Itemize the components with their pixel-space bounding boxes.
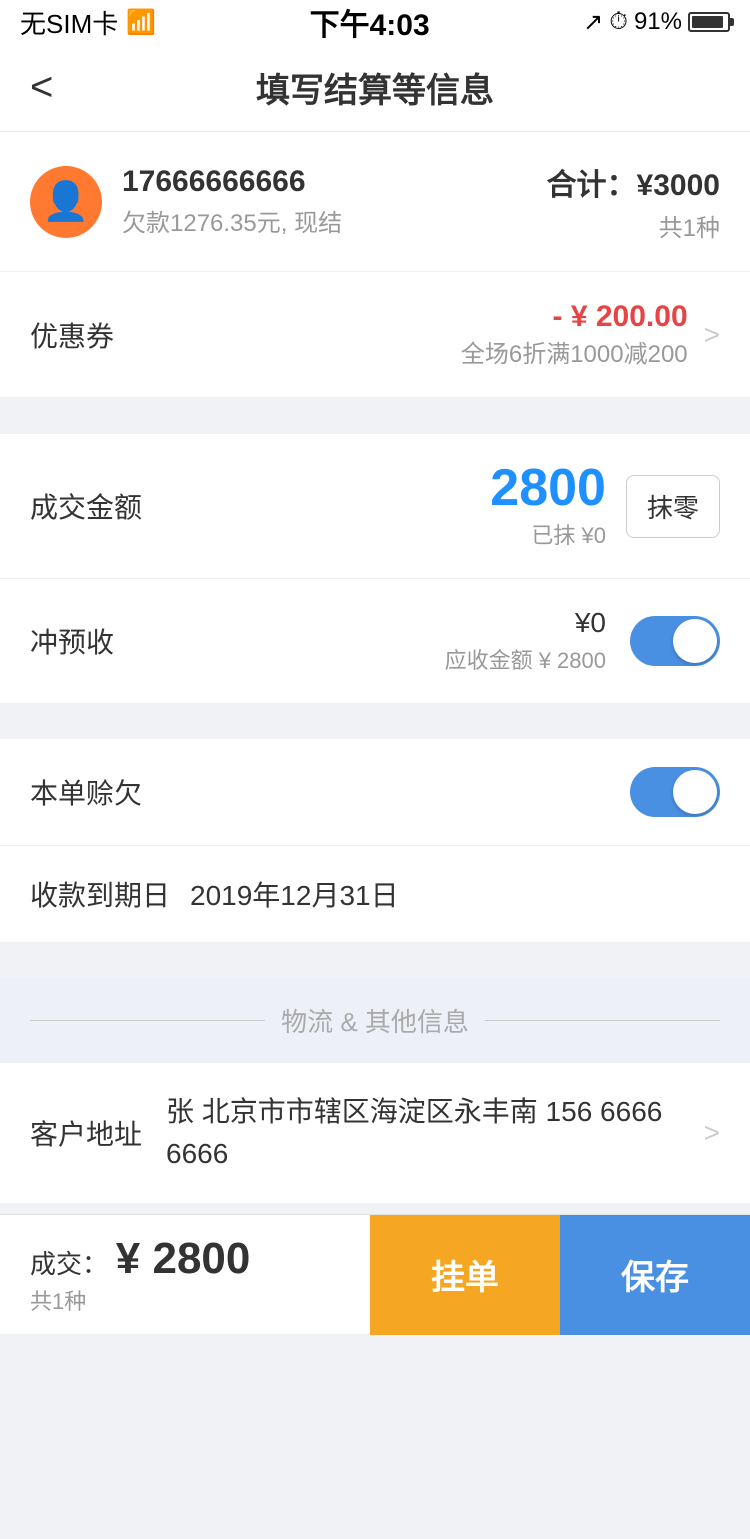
credit-row: 本单赊欠 [0, 739, 750, 845]
prepaid-toggle[interactable] [630, 616, 720, 666]
address-label: 客户地址 [30, 1113, 150, 1153]
credit-toggle-knob [673, 770, 717, 814]
total-count: 共1种 [547, 208, 720, 243]
pending-button[interactable]: 挂单 [370, 1215, 560, 1335]
prepaid-row: 冲预收 ¥0 应收金额 ¥ 2800 [0, 578, 750, 703]
toggle-knob [673, 619, 717, 663]
deal-card: 成交金额 2800 已抹 ¥0 抹零 冲预收 ¥0 应收金额 ¥ 2800 [0, 433, 750, 703]
section-sep-3 [0, 958, 750, 978]
prepaid-label: 冲预收 [30, 621, 114, 661]
avatar: 👤 [30, 166, 102, 238]
credit-card: 本单赊欠 收款到期日 2019年12月31日 [0, 739, 750, 942]
address-row[interactable]: 客户地址 张 北京市市辖区海淀区永丰南 156 6666 6666 > [0, 1063, 750, 1203]
prepaid-right: ¥0 应收金额 ¥ 2800 [114, 607, 720, 675]
footer-deal-price: ¥ 2800 [116, 1234, 251, 1283]
coupon-right: - ¥ 200.00 全场6折满1000减200 > [150, 300, 720, 369]
prepaid-amount-wrap: ¥0 应收金额 ¥ 2800 [445, 607, 606, 675]
due-date: 2019年12月31日 [190, 874, 399, 914]
due-date-row: 收款到期日 2019年12月31日 [0, 845, 750, 942]
coupon-label: 优惠券 [30, 315, 150, 355]
status-bar: 无SIM卡 📶 下午4:03 ↗ ⏱ 91% [0, 0, 750, 44]
deal-amount-wrap: 2800 已抹 ¥0 [490, 462, 606, 550]
round-button[interactable]: 抹零 [626, 475, 720, 538]
due-label: 收款到期日 [30, 874, 170, 914]
user-icon: 👤 [42, 180, 89, 224]
prepaid-amount: ¥0 [445, 607, 606, 639]
user-total: 合计：¥3000 共1种 [547, 160, 720, 243]
address-card: 客户地址 张 北京市市辖区海淀区永丰南 156 6666 6666 > [0, 1063, 750, 1203]
footer-deal-label: 成交： [30, 1249, 108, 1279]
deal-sub: 已抹 ¥0 [490, 518, 606, 550]
section-sep-1 [0, 413, 750, 433]
credit-label: 本单赊欠 [30, 772, 630, 812]
user-row: 👤 17666666666 欠款1276.35元, 现结 合计：¥3000 共1… [0, 132, 750, 271]
logistics-label: 物流 & 其他信息 [281, 1002, 469, 1039]
user-card: 👤 17666666666 欠款1276.35元, 现结 合计：¥3000 共1… [0, 132, 750, 397]
footer-deal-line: 成交： ¥ 2800 [30, 1234, 340, 1284]
location-icon: ↗ [583, 8, 603, 37]
back-button[interactable]: < [30, 65, 80, 110]
divider-line-right [485, 1020, 720, 1021]
save-button[interactable]: 保存 [560, 1215, 750, 1335]
address-value: 张 北京市市辖区海淀区永丰南 156 6666 6666 [166, 1091, 704, 1175]
divider-line-left [30, 1020, 265, 1021]
status-left: 无SIM卡 📶 [20, 4, 156, 41]
deal-amount-row: 成交金额 2800 已抹 ¥0 抹零 [0, 433, 750, 578]
total-price: 合计：¥3000 [547, 160, 720, 204]
user-info: 17666666666 欠款1276.35元, 现结 [122, 165, 547, 238]
footer-count: 共1种 [30, 1284, 340, 1316]
address-chevron-icon: > [704, 1117, 720, 1149]
nav-bar: < 填写结算等信息 [0, 44, 750, 132]
credit-toggle[interactable] [630, 767, 720, 817]
wifi-icon: 📶 [126, 8, 156, 37]
deal-amount: 2800 [490, 462, 606, 514]
footer-summary: 成交： ¥ 2800 共1种 [0, 1234, 370, 1316]
logistics-divider: 物流 & 其他信息 [0, 978, 750, 1063]
user-sub-info: 欠款1276.35元, 现结 [122, 203, 547, 238]
deal-right: 2800 已抹 ¥0 抹零 [142, 462, 720, 550]
coupon-chevron-icon: > [704, 319, 720, 351]
carrier-text: 无SIM卡 [20, 4, 118, 41]
prepaid-receivable: 应收金额 ¥ 2800 [445, 643, 606, 675]
alarm-icon: ⏱ [609, 8, 628, 36]
coupon-desc: 全场6折满1000减200 [461, 334, 688, 369]
coupon-row[interactable]: 优惠券 - ¥ 200.00 全场6折满1000减200 > [0, 271, 750, 397]
section-sep-2 [0, 719, 750, 739]
deal-label: 成交金额 [30, 486, 142, 526]
footer-bar: 成交： ¥ 2800 共1种 挂单 保存 [0, 1214, 750, 1334]
battery-icon [688, 12, 730, 32]
coupon-discount: - ¥ 200.00 [461, 300, 688, 334]
page-title: 填写结算等信息 [80, 63, 670, 112]
battery-percent: 91% [634, 8, 682, 36]
status-right: ↗ ⏱ 91% [583, 8, 730, 37]
user-phone: 17666666666 [122, 165, 547, 199]
status-time: 下午4:03 [310, 0, 430, 44]
